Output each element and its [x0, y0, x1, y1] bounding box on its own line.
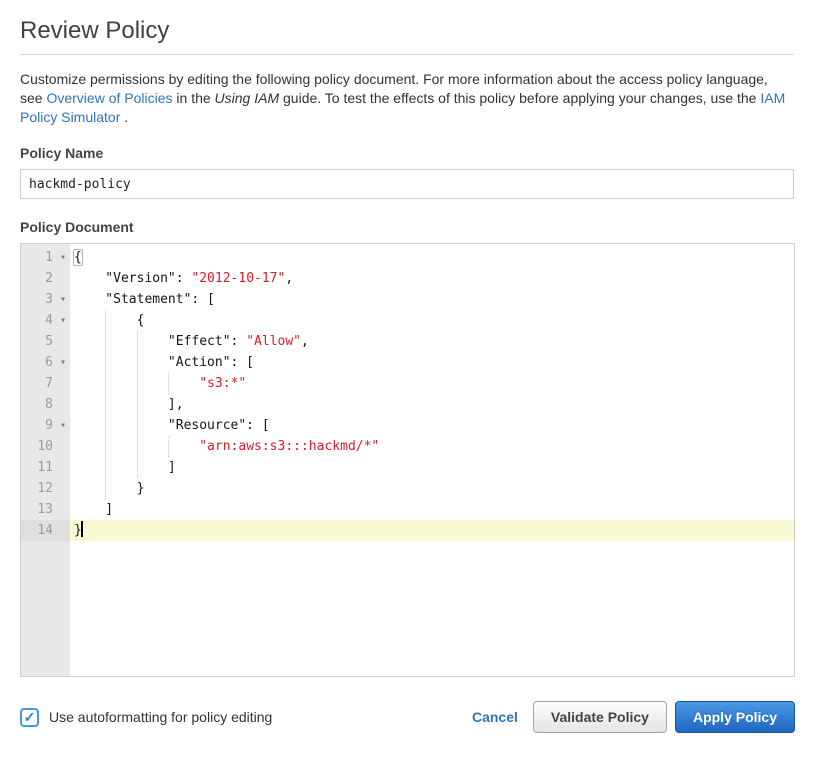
action-buttons: Cancel Validate Policy Apply Policy — [472, 701, 795, 733]
fold-arrow-icon[interactable]: ▾ — [60, 310, 66, 331]
line-number: 10 — [37, 439, 53, 454]
line-number: 2 — [45, 271, 53, 286]
title-divider — [20, 54, 794, 55]
check-icon: ✓ — [24, 710, 36, 724]
code-token: "Resource": [ — [74, 418, 270, 433]
code-token: { — [74, 313, 144, 328]
gutter-line-number[interactable]: 13 — [21, 499, 70, 520]
code-token — [74, 439, 199, 454]
code-line[interactable]: "Statement": [ — [70, 289, 794, 310]
policy-name-input[interactable] — [20, 169, 794, 199]
autoformat-option[interactable]: ✓ Use autoformatting for policy editing — [20, 708, 272, 727]
gutter-line-number[interactable]: 12 — [21, 478, 70, 499]
gutter-line-number[interactable]: 9▾ — [21, 415, 70, 436]
line-number: 1 — [45, 250, 53, 265]
review-policy-page: Review Policy Customize permissions by e… — [0, 0, 814, 763]
string-token: "arn:aws:s3:::hackmd/*" — [199, 439, 379, 454]
code-line[interactable]: ], — [70, 394, 794, 415]
code-line[interactable]: "s3:*" — [70, 373, 794, 394]
policy-name-label: Policy Name — [20, 145, 794, 161]
code-token: } — [74, 481, 144, 496]
gutter-line-number[interactable]: 4▾ — [21, 310, 70, 331]
validate-policy-button[interactable]: Validate Policy — [533, 701, 667, 733]
fold-arrow-icon[interactable]: ▾ — [60, 352, 66, 373]
code-line[interactable]: { — [70, 247, 794, 268]
gutter-line-number[interactable]: 11 — [21, 457, 70, 478]
code-token: ], — [74, 397, 184, 412]
code-token: "Statement": [ — [74, 292, 215, 307]
code-line[interactable]: "arn:aws:s3:::hackmd/*" — [70, 436, 794, 457]
code-token: ] — [74, 460, 176, 475]
intro-text: Customize permissions by editing the fol… — [20, 70, 794, 127]
text-cursor — [81, 521, 83, 537]
code-token: , — [301, 334, 309, 349]
line-number: 6 — [45, 355, 53, 370]
code-token: "Action": [ — [74, 355, 254, 370]
gutter-line-number[interactable]: 8 — [21, 394, 70, 415]
string-token: "2012-10-17" — [191, 271, 285, 286]
apply-policy-button[interactable]: Apply Policy — [675, 701, 795, 733]
code-line[interactable]: { — [70, 310, 794, 331]
code-line[interactable]: } — [70, 478, 794, 499]
line-number: 4 — [45, 313, 53, 328]
fold-arrow-icon[interactable]: ▾ — [60, 289, 66, 310]
code-line[interactable]: "Action": [ — [70, 352, 794, 373]
gutter-line-number[interactable]: 6▾ — [21, 352, 70, 373]
page-title: Review Policy — [20, 17, 794, 44]
code-line[interactable]: } — [70, 520, 794, 541]
line-number: 8 — [45, 397, 53, 412]
line-number: 13 — [37, 502, 53, 517]
string-token: "Allow" — [246, 334, 301, 349]
gutter-line-number[interactable]: 3▾ — [21, 289, 70, 310]
intro-text-3: guide. To test the effects of this polic… — [279, 90, 760, 106]
code-token — [74, 376, 199, 391]
fold-arrow-icon[interactable]: ▾ — [60, 415, 66, 436]
line-number: 7 — [45, 376, 53, 391]
policy-document-label: Policy Document — [20, 219, 794, 235]
gutter-line-number[interactable]: 5 — [21, 331, 70, 352]
code-token: "Effect": — [74, 334, 246, 349]
string-token: "s3:*" — [199, 376, 246, 391]
code-token: , — [285, 271, 293, 286]
cancel-link[interactable]: Cancel — [472, 709, 518, 725]
code-line[interactable]: "Effect": "Allow", — [70, 331, 794, 352]
line-number: 11 — [37, 460, 53, 475]
code-line[interactable]: ] — [70, 499, 794, 520]
editor-gutter: 1▾23▾4▾56▾789▾1011121314 — [21, 244, 70, 676]
code-line[interactable]: "Resource": [ — [70, 415, 794, 436]
gutter-line-number[interactable]: 10 — [21, 436, 70, 457]
policy-document-editor[interactable]: 1▾23▾4▾56▾789▾1011121314 { "Version": "2… — [20, 243, 795, 677]
code-line[interactable]: "Version": "2012-10-17", — [70, 268, 794, 289]
line-number: 14 — [37, 523, 53, 538]
gutter-line-number[interactable]: 7 — [21, 373, 70, 394]
autoformat-checkbox[interactable]: ✓ — [20, 708, 39, 727]
using-iam-guide-name: Using IAM — [215, 90, 280, 106]
code-token: "Version": — [74, 271, 191, 286]
line-number: 12 — [37, 481, 53, 496]
editor-code-area[interactable]: { "Version": "2012-10-17", "Statement": … — [70, 244, 794, 676]
intro-text-2: in the — [173, 90, 215, 106]
line-number: 3 — [45, 292, 53, 307]
matching-brace: { — [73, 249, 83, 266]
autoformat-label: Use autoformatting for policy editing — [49, 709, 272, 725]
fold-arrow-icon[interactable]: ▾ — [60, 247, 66, 268]
gutter-line-number[interactable]: 14 — [21, 520, 70, 541]
footer-bar: ✓ Use autoformatting for policy editing … — [20, 701, 795, 733]
line-number: 5 — [45, 334, 53, 349]
code-token: ] — [74, 502, 113, 517]
line-number: 9 — [45, 418, 53, 433]
overview-of-policies-link[interactable]: Overview of Policies — [46, 90, 172, 106]
gutter-line-number[interactable]: 2 — [21, 268, 70, 289]
gutter-line-number[interactable]: 1▾ — [21, 247, 70, 268]
intro-text-4: . — [120, 109, 128, 125]
code-line[interactable]: ] — [70, 457, 794, 478]
